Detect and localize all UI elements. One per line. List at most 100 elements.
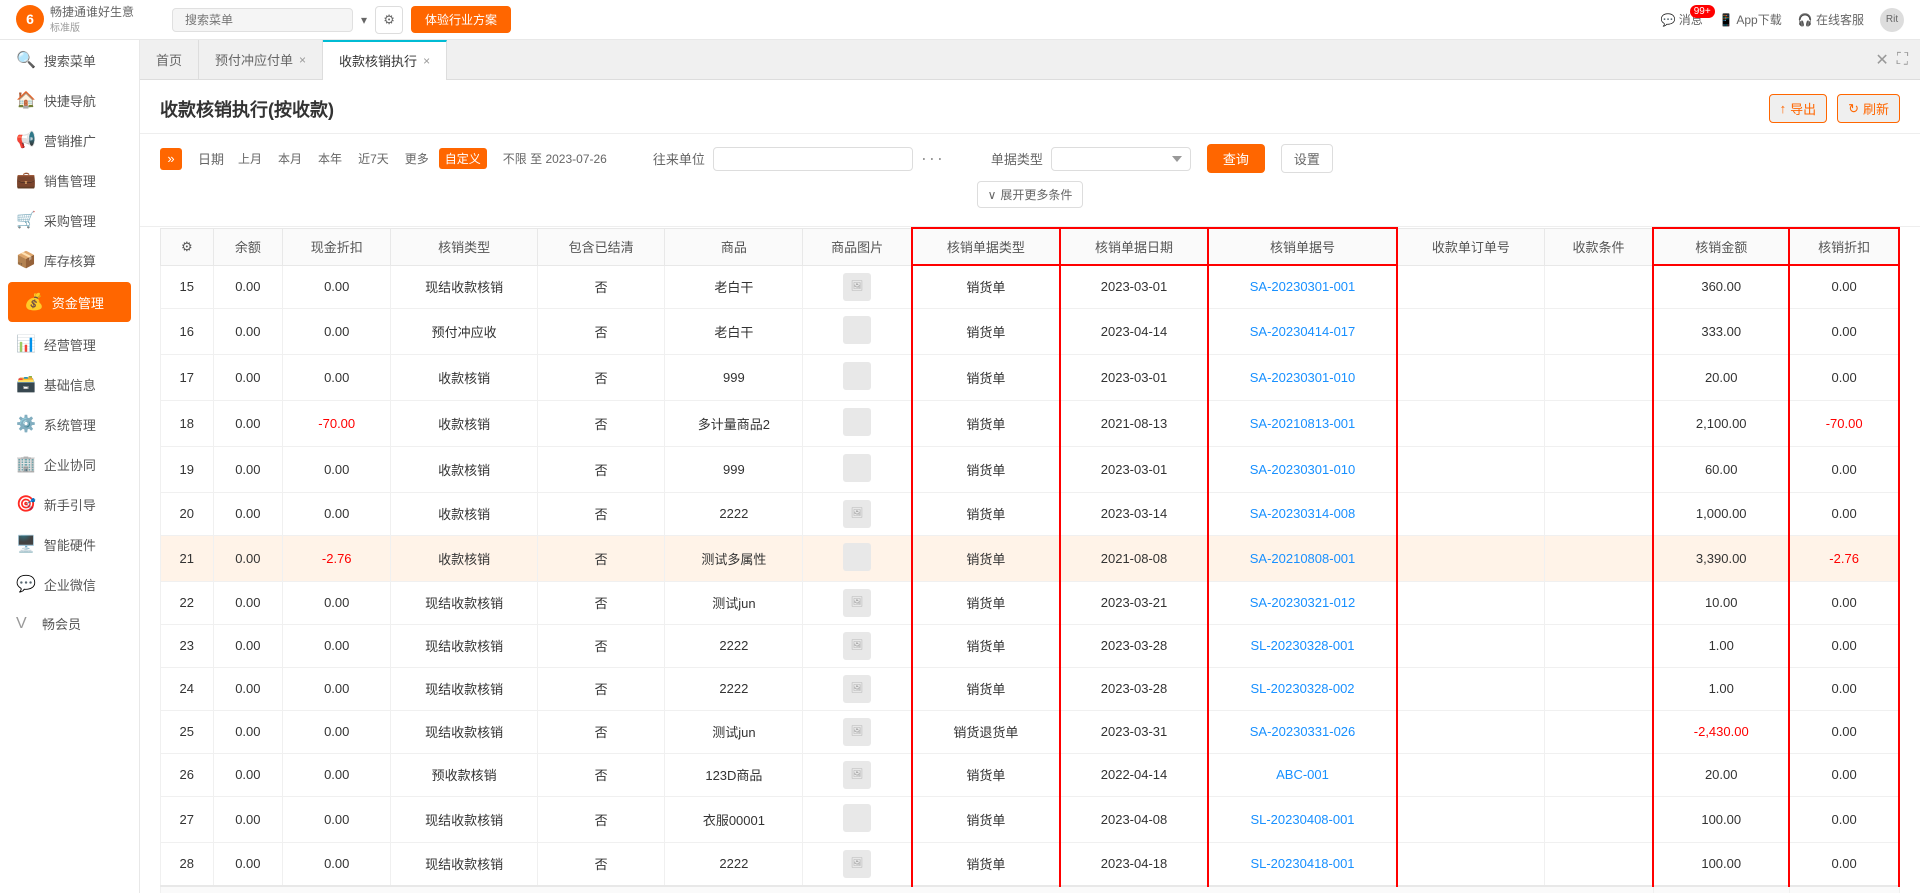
wecom-icon: 💬 [16, 574, 36, 594]
sidebar-item-label: 经营管理 [44, 335, 96, 354]
maximize-icon[interactable]: ⛶ [1897, 51, 1908, 69]
sidebar-item-sysadmin[interactable]: ⚙️ 系统管理 [0, 404, 139, 444]
cell-bill-no[interactable]: SA-20230331-026 [1208, 710, 1397, 753]
cell-bill-type: 销货单 [912, 624, 1060, 667]
gear-icon[interactable]: ⚙ [375, 6, 403, 34]
message-icon[interactable]: 💬 消息 99+ [1661, 11, 1703, 28]
top-bar: 6 畅捷通谁好生意 标准版 ▾ ⚙ 体验行业方案 💬 消息 99+ 📱 App下… [0, 0, 1920, 40]
bill-no-link[interactable]: SA-20210813-001 [1250, 416, 1356, 431]
sidebar-item-member[interactable]: V 畅会员 [0, 604, 139, 643]
sidebar-item-wecom[interactable]: 💬 企业微信 [0, 564, 139, 604]
sidebar-item-purchase[interactable]: 🛒 采购管理 [0, 200, 139, 240]
cell-bill-no[interactable]: SA-20230301-010 [1208, 354, 1397, 400]
export-button[interactable]: ↑ 导出 [1769, 94, 1828, 123]
expand-conditions-button[interactable]: ∨ 展开更多条件 [977, 181, 1084, 208]
member-icon: V [16, 615, 34, 633]
sidebar-item-newbie[interactable]: 🎯 新手引导 [0, 484, 139, 524]
sidebar-item-marketing[interactable]: 📢 营销推广 [0, 120, 139, 160]
cell-bill-no[interactable]: SA-20230414-017 [1208, 308, 1397, 354]
filter-expand-arrow[interactable]: » [160, 148, 182, 170]
sidebar-item-enterprise[interactable]: 🏢 企业协同 [0, 444, 139, 484]
cell-order-no [1397, 354, 1544, 400]
sidebar-item-label: 系统管理 [44, 415, 96, 434]
date-opt-this-year[interactable]: 本年 [312, 148, 348, 169]
cell-bill-no[interactable]: SA-20230301-010 [1208, 446, 1397, 492]
app-download[interactable]: 📱 App下载 [1719, 11, 1782, 28]
bill-no-link[interactable]: SL-20230418-001 [1250, 856, 1354, 871]
bill-type-label: 单据类型 [991, 149, 1043, 168]
table-row: 22 0.00 0.00 现结收款核销 否 测试jun 🖼 销货单 2023-0… [161, 581, 1900, 624]
cell-bill-no[interactable]: SA-20230321-012 [1208, 581, 1397, 624]
sidebar-item-sales[interactable]: 💼 销售管理 [0, 160, 139, 200]
bill-no-link[interactable]: SL-20230408-001 [1250, 812, 1354, 827]
filter-unit-group: 往来单位 ··· [653, 147, 945, 171]
date-opt-last-month[interactable]: 上月 [232, 148, 268, 169]
dropdown-arrow[interactable]: ▾ [361, 13, 367, 27]
tab-home[interactable]: 首页 [140, 40, 199, 80]
cell-no: 23 [161, 624, 214, 667]
cell-bill-no[interactable]: SL-20230418-001 [1208, 842, 1397, 886]
cell-goods-img: 🖼 [803, 265, 912, 308]
sidebar-item-search[interactable]: 🔍 搜索菜单 [0, 40, 139, 80]
cell-order-no [1397, 753, 1544, 796]
tab-close-prepay[interactable]: × [299, 53, 306, 67]
cell-amount: 100.00 [1653, 842, 1789, 886]
date-opt-this-month[interactable]: 本月 [272, 148, 308, 169]
cell-cash-discount: 0.00 [283, 265, 391, 308]
cell-settled: 否 [537, 710, 664, 753]
bill-type-select[interactable] [1051, 147, 1191, 171]
sidebar-item-hardware[interactable]: 🖥️ 智能硬件 [0, 524, 139, 564]
sidebar-item-label: 企业微信 [44, 575, 96, 594]
cell-bill-no[interactable]: SA-20210808-001 [1208, 535, 1397, 581]
trial-button[interactable]: 体验行业方案 [411, 6, 511, 33]
user-avatar[interactable]: Rit [1880, 8, 1904, 32]
date-opt-7days[interactable]: 近7天 [352, 148, 395, 169]
table-row: 15 0.00 0.00 现结收款核销 否 老白干 🖼 销货单 2023-03-… [161, 265, 1900, 308]
sidebar-item-basicinfo[interactable]: 🗃️ 基础信息 [0, 364, 139, 404]
tab-close-collect[interactable]: × [423, 54, 430, 68]
bill-no-link[interactable]: SA-20230314-008 [1250, 506, 1356, 521]
from-unit-input[interactable] [713, 147, 913, 171]
bill-no-link[interactable]: SA-20230301-010 [1250, 370, 1356, 385]
cell-bill-no[interactable]: ABC-001 [1208, 753, 1397, 796]
cell-bill-no[interactable]: SL-20230328-002 [1208, 667, 1397, 710]
cell-bill-no[interactable]: SA-20230314-008 [1208, 492, 1397, 535]
bill-no-link[interactable]: SA-20210808-001 [1250, 551, 1356, 566]
top-search-input[interactable] [172, 8, 353, 32]
cell-bill-no[interactable]: SL-20230328-001 [1208, 624, 1397, 667]
bill-no-link[interactable]: SA-20230331-026 [1250, 724, 1356, 739]
online-service[interactable]: 🎧 在线客服 [1798, 11, 1864, 28]
refresh-button[interactable]: ↻ 刷新 [1837, 94, 1900, 123]
cell-goods-img [803, 400, 912, 446]
bill-no-link[interactable]: SL-20230328-002 [1250, 681, 1354, 696]
cell-discount: 0.00 [1789, 710, 1899, 753]
inventory-icon: 📦 [16, 250, 36, 270]
cell-bill-no[interactable]: SL-20230408-001 [1208, 796, 1397, 842]
date-opt-more[interactable]: 更多 [399, 148, 435, 169]
cell-payment-cond [1544, 354, 1653, 400]
cell-bill-no[interactable]: SA-20210813-001 [1208, 400, 1397, 446]
bill-no-link[interactable]: SA-20230301-001 [1250, 279, 1356, 294]
footer-amount-total: 40,556,66… [1653, 886, 1789, 893]
bill-no-link[interactable]: SL-20230328-001 [1250, 638, 1354, 653]
sidebar-item-shortcuts[interactable]: 🏠 快捷导航 [0, 80, 139, 120]
sidebar-item-business[interactable]: 📊 经营管理 [0, 324, 139, 364]
cell-payment-cond [1544, 265, 1653, 308]
sidebar-item-finance[interactable]: 💰 资金管理 [8, 282, 131, 322]
settings-button[interactable]: 设置 [1281, 144, 1333, 173]
cell-bill-type: 销货单 [912, 446, 1060, 492]
cell-amount: 2,100.00 [1653, 400, 1789, 446]
col-header-bill-no: 核销单据号 [1208, 228, 1397, 265]
basicinfo-icon: 🗃️ [16, 374, 36, 394]
tab-collect[interactable]: 收款核销执行 × [323, 40, 447, 80]
bill-no-link[interactable]: SA-20230321-012 [1250, 595, 1356, 610]
bill-no-link[interactable]: ABC-001 [1276, 767, 1329, 782]
sidebar-item-inventory[interactable]: 📦 库存核算 [0, 240, 139, 280]
cell-bill-no[interactable]: SA-20230301-001 [1208, 265, 1397, 308]
date-opt-custom[interactable]: 自定义 [439, 148, 487, 169]
tab-prepay[interactable]: 预付冲应付单 × [199, 40, 323, 80]
query-button[interactable]: 查询 [1207, 144, 1265, 173]
bill-no-link[interactable]: SA-20230301-010 [1250, 462, 1356, 477]
close-tab-icon[interactable]: ✕ [1875, 50, 1888, 70]
bill-no-link[interactable]: SA-20230414-017 [1250, 324, 1356, 339]
